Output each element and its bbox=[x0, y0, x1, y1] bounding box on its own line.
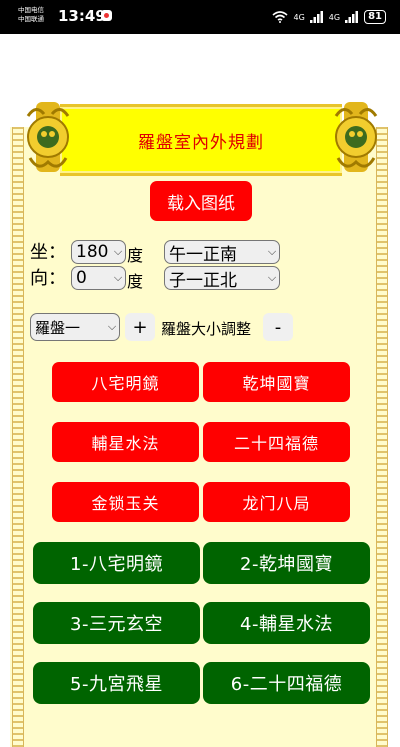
sit-degree-unit: 度 bbox=[127, 246, 144, 265]
method-4-button[interactable]: 4-輔星水法 bbox=[203, 602, 370, 644]
signal-1-label: 4G bbox=[293, 12, 305, 22]
face-degree-select[interactable]: 0 ⌵ bbox=[71, 266, 126, 290]
signal-1-icon bbox=[309, 11, 323, 23]
compass-size-label: 羅盤大小調整 bbox=[161, 320, 252, 338]
sit-label: 坐： bbox=[30, 242, 66, 263]
face-direction-select[interactable]: 子一正北 ⌵ bbox=[164, 266, 280, 291]
page-title: 羅盤室內外規劃 bbox=[138, 132, 264, 153]
carrier-info: 中国电信 中国联通 bbox=[18, 6, 44, 24]
ershisi-fude-button[interactable]: 二十四福德 bbox=[203, 422, 350, 462]
dragon-ornament-left-icon bbox=[26, 102, 70, 172]
face-direction-value: 子一正北 bbox=[169, 270, 237, 291]
title-banner: 羅盤室內外規劃 bbox=[60, 104, 342, 176]
face-degree-value: 0 bbox=[76, 268, 87, 288]
increase-size-button[interactable]: + bbox=[125, 313, 155, 341]
status-bar: 中国电信 中国联通 13:49 4G 4G 81 bbox=[0, 0, 400, 34]
sit-direction-value: 午一正南 bbox=[169, 244, 237, 265]
face-degree-unit: 度 bbox=[127, 272, 144, 291]
method-1-button[interactable]: 1-八宅明鏡 bbox=[33, 542, 200, 584]
bazhai-mingjing-button[interactable]: 八宅明鏡 bbox=[52, 362, 199, 402]
fuxing-shuifa-button[interactable]: 輔星水法 bbox=[52, 422, 199, 462]
chevron-down-icon: ⌵ bbox=[267, 245, 277, 258]
load-drawing-button[interactable]: 载入图纸 bbox=[150, 181, 252, 221]
chevron-down-icon: ⌵ bbox=[267, 271, 277, 284]
face-label: 向： bbox=[30, 268, 66, 289]
left-border-ornament bbox=[12, 127, 24, 747]
chevron-down-icon: ⌵ bbox=[107, 320, 117, 333]
clock: 13:49 bbox=[58, 7, 106, 25]
notification-icon bbox=[101, 10, 112, 21]
sit-degree-value: 180 bbox=[76, 242, 109, 262]
chevron-down-icon: ⌵ bbox=[113, 245, 123, 258]
system-icons: 4G 4G 81 bbox=[272, 9, 386, 25]
wifi-icon bbox=[272, 11, 289, 23]
longmen-baju-button[interactable]: 龙门八局 bbox=[203, 482, 350, 522]
signal-2-label: 4G bbox=[328, 12, 341, 22]
chevron-down-icon: ⌵ bbox=[113, 271, 123, 284]
sit-direction-select[interactable]: 午一正南 ⌵ bbox=[164, 240, 280, 265]
method-5-button[interactable]: 5-九宮飛星 bbox=[33, 662, 200, 704]
qiankun-guobao-button[interactable]: 乾坤國寶 bbox=[203, 362, 350, 402]
battery-icon: 81 bbox=[364, 10, 386, 24]
right-border-ornament bbox=[376, 127, 388, 747]
carrier-1: 中国电信 bbox=[18, 6, 44, 14]
compass-select[interactable]: 羅盤一 ⌵ bbox=[30, 313, 120, 341]
method-3-button[interactable]: 3-三元玄空 bbox=[33, 602, 200, 644]
method-6-button[interactable]: 6-二十四福德 bbox=[203, 662, 370, 704]
decrease-size-button[interactable]: - bbox=[263, 313, 293, 341]
method-2-button[interactable]: 2-乾坤國寶 bbox=[203, 542, 370, 584]
carrier-2: 中国联通 bbox=[18, 15, 44, 23]
compass-select-value: 羅盤一 bbox=[35, 318, 81, 337]
sit-degree-select[interactable]: 180 ⌵ bbox=[71, 240, 126, 264]
jinsuo-yuguan-button[interactable]: 金锁玉关 bbox=[52, 482, 199, 522]
dragon-ornament-right-icon bbox=[334, 102, 378, 172]
signal-2-icon bbox=[345, 11, 359, 23]
